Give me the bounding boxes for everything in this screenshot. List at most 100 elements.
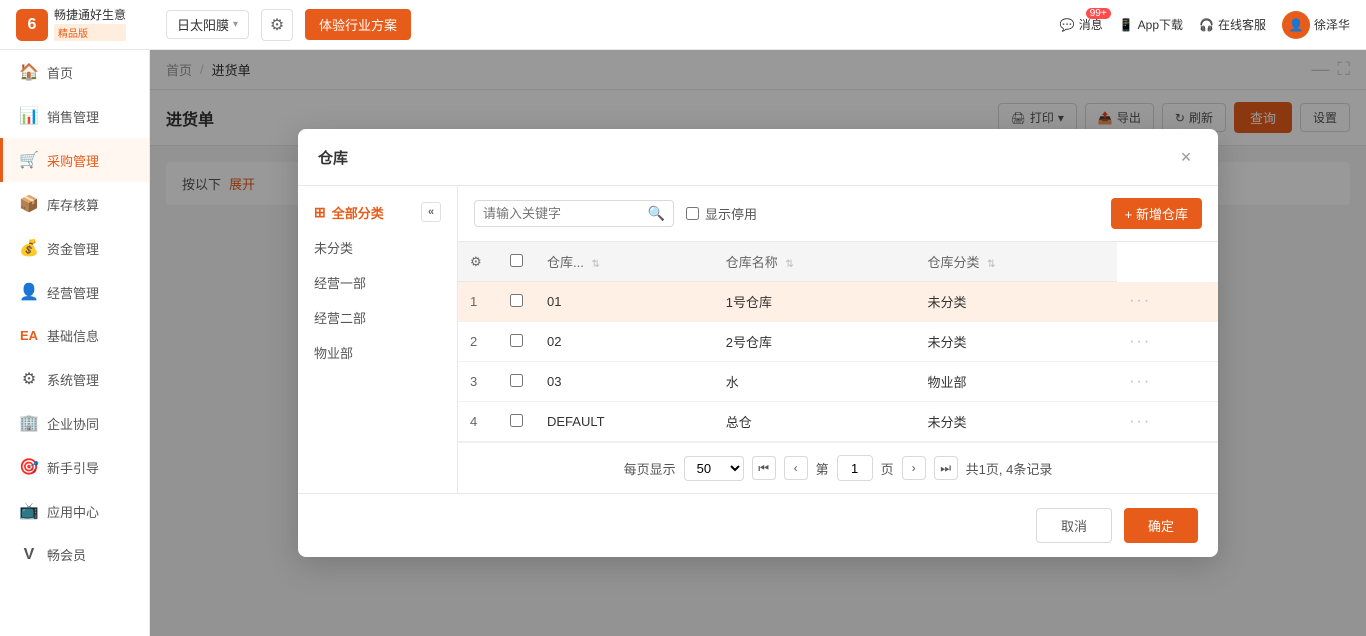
- dialog-title: 仓库: [318, 147, 348, 168]
- sidebar-item-finance[interactable]: 💰 资金管理: [0, 226, 149, 270]
- warehouse-dialog: 仓库 × ⊞ 全部分类 « 未分类 经营一部 经营二部: [298, 129, 1218, 557]
- settings-icon-btn[interactable]: ⚙: [261, 9, 293, 41]
- user-profile-btn[interactable]: 👤 徐泽华: [1282, 11, 1350, 39]
- table-area: 🔍 显示停用 + 新增仓库: [458, 186, 1218, 493]
- header-right: 💬 99+ 消息 📱 App下载 🎧 在线客服 👤 徐泽华: [1060, 11, 1350, 39]
- user-avatar: 👤: [1282, 11, 1310, 39]
- operations-icon: 👤: [19, 282, 39, 302]
- app-download-btn[interactable]: 📱 App下载: [1119, 16, 1183, 33]
- row-category-3: 物业部: [915, 362, 1117, 402]
- prev-page-btn[interactable]: ‹: [784, 456, 808, 480]
- table-row[interactable]: 2 02 2号仓库 未分类 ···: [458, 322, 1218, 362]
- row-more-3[interactable]: ···: [1117, 362, 1218, 402]
- cancel-btn[interactable]: 取消: [1036, 508, 1112, 543]
- trial-button[interactable]: 体验行业方案: [305, 9, 411, 40]
- add-warehouse-btn[interactable]: + 新增仓库: [1111, 198, 1202, 229]
- row-checkbox-1[interactable]: [510, 294, 523, 307]
- membership-icon: V: [19, 546, 39, 564]
- sidebar-label-inventory: 库存核算: [47, 195, 99, 214]
- row-checkbox-2[interactable]: [510, 334, 523, 347]
- all-categories-item[interactable]: ⊞ 全部分类 «: [298, 194, 457, 230]
- basic-info-icon: EA: [19, 328, 39, 343]
- sales-icon: 📊: [19, 106, 39, 126]
- search-icon[interactable]: 🔍: [648, 205, 665, 222]
- category-item-operations1[interactable]: 经营一部: [298, 265, 457, 300]
- sort-icon-name[interactable]: ⇅: [785, 259, 793, 270]
- search-input[interactable]: [483, 206, 642, 221]
- row-cb-4[interactable]: [498, 402, 535, 442]
- sidebar-item-basic-info[interactable]: EA 基础信息: [0, 314, 149, 357]
- row-name-4: 总仓: [714, 402, 916, 442]
- online-service-btn[interactable]: 🎧 在线客服: [1199, 16, 1266, 33]
- purchase-icon: 🛒: [19, 150, 39, 170]
- sidebar-item-sales[interactable]: 📊 销售管理: [0, 94, 149, 138]
- show-disabled-label[interactable]: 显示停用: [686, 204, 757, 223]
- show-disabled-checkbox[interactable]: [686, 207, 699, 220]
- row-checkbox-3[interactable]: [510, 374, 523, 387]
- app-center-icon: 📺: [19, 501, 39, 521]
- warehouse-table: ⚙ 仓库... ⇅: [458, 242, 1218, 442]
- row-more-2[interactable]: ···: [1117, 322, 1218, 362]
- sidebar-label-operations: 经营管理: [47, 283, 99, 302]
- chevron-down-icon: ▾: [233, 19, 238, 30]
- all-categories-label: 全部分类: [332, 203, 384, 222]
- table-row[interactable]: 3 03 水 物业部 ···: [458, 362, 1218, 402]
- row-more-1[interactable]: ···: [1117, 282, 1218, 322]
- sort-icon-category[interactable]: ⇅: [987, 259, 995, 270]
- row-cb-3[interactable]: [498, 362, 535, 402]
- col-name: 仓库名称 ⇅: [714, 242, 916, 282]
- category-item-unclassified[interactable]: 未分类: [298, 230, 457, 265]
- collapse-categories-btn[interactable]: «: [421, 202, 441, 222]
- sort-icon-code[interactable]: ⇅: [591, 259, 599, 270]
- sidebar-label-home: 首页: [47, 63, 73, 82]
- logo-area: 6 畅捷通好生意 精品版: [16, 8, 166, 41]
- sidebar-item-system[interactable]: ⚙ 系统管理: [0, 357, 149, 401]
- sidebar-item-inventory[interactable]: 📦 库存核算: [0, 182, 149, 226]
- message-icon: 💬: [1060, 18, 1075, 32]
- page-input[interactable]: [837, 455, 873, 481]
- search-box[interactable]: 🔍: [474, 200, 674, 227]
- page-size-label: 每页显示: [624, 459, 676, 478]
- next-page-btn[interactable]: ›: [902, 456, 926, 480]
- sidebar-item-operations[interactable]: 👤 经营管理: [0, 270, 149, 314]
- col-code: 仓库... ⇅: [535, 242, 714, 282]
- category-item-operations2[interactable]: 经营二部: [298, 300, 457, 335]
- first-page-btn[interactable]: ⏮: [752, 456, 776, 480]
- table-row[interactable]: 1 01 1号仓库 未分类 ···: [458, 282, 1218, 322]
- company-select[interactable]: 日太阳膜 ▾: [166, 10, 249, 39]
- row-code-3: 03: [535, 362, 714, 402]
- row-more-4[interactable]: ···: [1117, 402, 1218, 442]
- table-row[interactable]: 4 DEFAULT 总仓 未分类 ···: [458, 402, 1218, 442]
- sidebar-label-sales: 销售管理: [47, 107, 99, 126]
- select-all-checkbox[interactable]: [510, 254, 523, 267]
- row-num-1: 1: [458, 282, 498, 322]
- sidebar-item-guide[interactable]: 🎯 新手引导: [0, 445, 149, 489]
- page-size-select[interactable]: 50 10 20 100: [684, 456, 744, 481]
- confirm-btn[interactable]: 确定: [1124, 508, 1198, 543]
- sidebar-label-membership: 畅会员: [47, 545, 86, 564]
- sidebar-item-enterprise[interactable]: 🏢 企业协同: [0, 401, 149, 445]
- grid-icon: ⊞: [314, 204, 326, 221]
- row-checkbox-4[interactable]: [510, 414, 523, 427]
- logo-text-area: 畅捷通好生意 精品版: [54, 8, 126, 41]
- dialog-close-btn[interactable]: ×: [1174, 145, 1198, 169]
- finance-icon: 💰: [19, 238, 39, 258]
- header-middle: 日太阳膜 ▾ ⚙ 体验行业方案: [166, 9, 1060, 41]
- sidebar-item-home[interactable]: 🏠 首页: [0, 50, 149, 94]
- row-cb-1[interactable]: [498, 282, 535, 322]
- system-icon: ⚙: [19, 369, 39, 389]
- sidebar-label-basic-info: 基础信息: [47, 326, 99, 345]
- sidebar-label-system: 系统管理: [47, 370, 99, 389]
- row-cb-2[interactable]: [498, 322, 535, 362]
- row-name-1: 1号仓库: [714, 282, 916, 322]
- sidebar-item-app-center[interactable]: 📺 应用中心: [0, 489, 149, 533]
- phone-icon: 📱: [1119, 18, 1134, 32]
- last-page-btn[interactable]: ⏭: [934, 456, 958, 480]
- sidebar-label-guide: 新手引导: [47, 458, 99, 477]
- category-item-property[interactable]: 物业部: [298, 335, 457, 370]
- app-name: 畅捷通好生意: [54, 8, 126, 24]
- row-name-3: 水: [714, 362, 916, 402]
- messages-btn[interactable]: 💬 99+ 消息: [1060, 16, 1103, 33]
- sidebar-item-purchase[interactable]: 🛒 采购管理: [0, 138, 149, 182]
- sidebar-item-membership[interactable]: V 畅会员: [0, 533, 149, 576]
